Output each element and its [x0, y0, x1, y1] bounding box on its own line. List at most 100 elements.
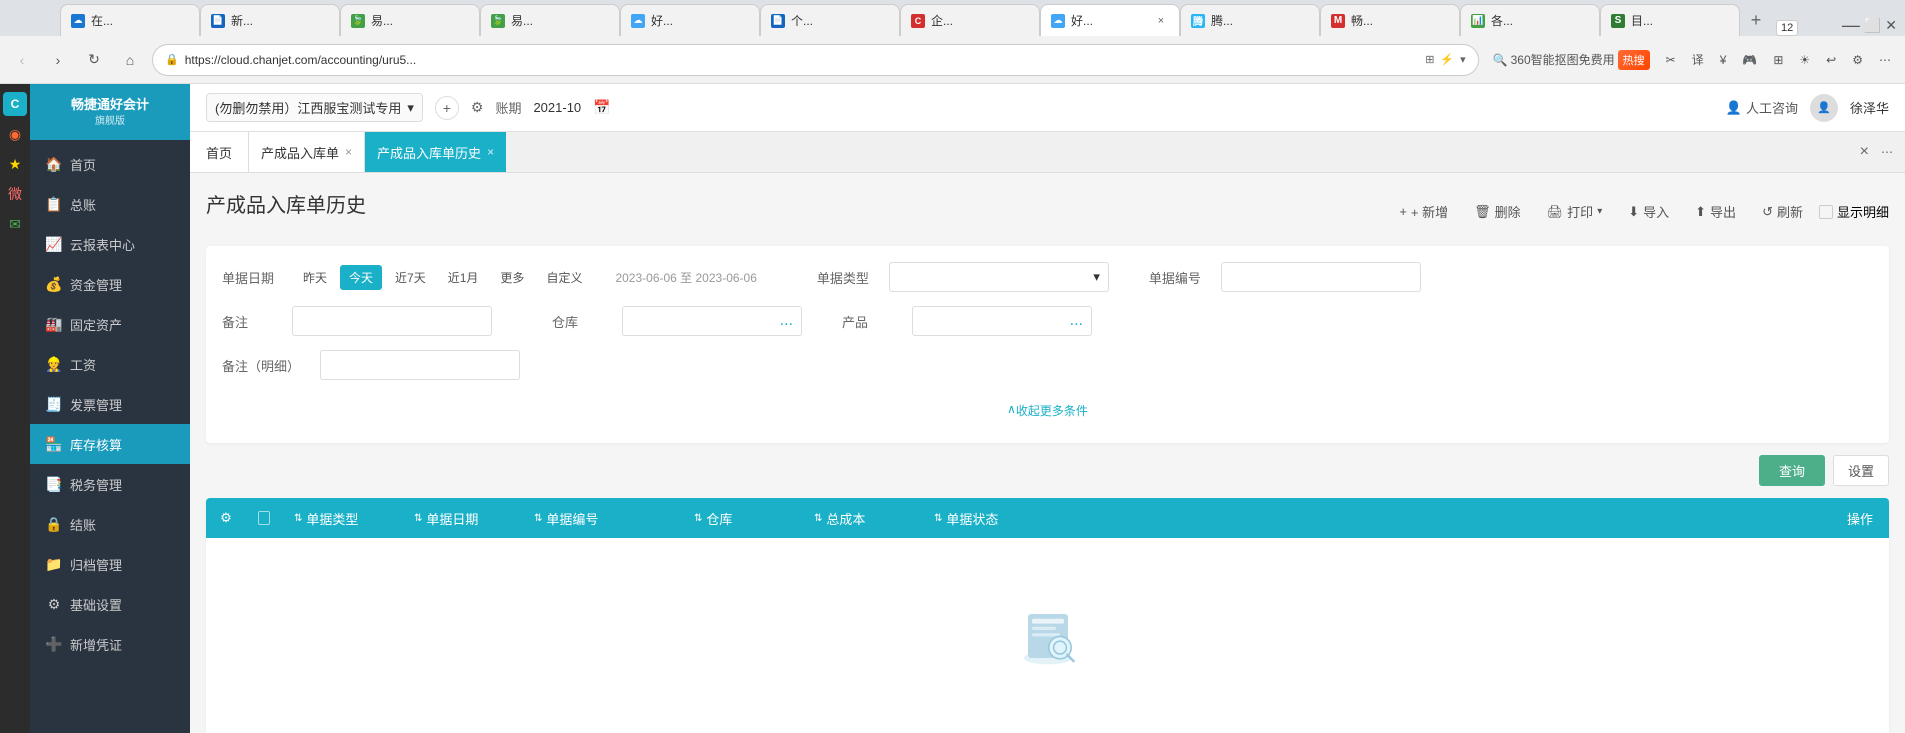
forward-button[interactable]: › — [44, 46, 72, 74]
product-select[interactable]: ... — [912, 306, 1092, 336]
browser-tab-5[interactable]: ☁ 好... — [620, 4, 760, 36]
sidebar-item-fixed[interactable]: 🏭 固定资产 — [30, 304, 190, 344]
sidebar-item-report[interactable]: 📈 云报表中心 — [30, 224, 190, 264]
icon-bar-item-3[interactable]: 微 — [3, 182, 27, 206]
sidebar-item-tax[interactable]: 📑 税务管理 — [30, 464, 190, 504]
sidebar-item-invoice[interactable]: 🧾 发票管理 — [30, 384, 190, 424]
breadcrumb-home[interactable]: 首页 — [190, 132, 249, 172]
window-close-button[interactable]: ✕ — [1885, 17, 1897, 34]
tab-count-badge[interactable]: 12 — [1776, 20, 1798, 36]
header-checkbox[interactable] — [258, 511, 270, 525]
undo-button[interactable]: ↩ — [1820, 46, 1842, 74]
search-box[interactable]: 🔍 360智能抠图免费用 热搜 — [1487, 46, 1656, 74]
translate-button[interactable]: 译 — [1686, 46, 1710, 74]
date-btn-month[interactable]: 近1月 — [439, 265, 488, 290]
date-btn-yesterday[interactable]: 昨天 — [294, 265, 336, 290]
product-dots-icon[interactable]: ... — [1070, 312, 1083, 330]
th-type[interactable]: ⇅ 单据类型 — [282, 509, 402, 528]
settings-button[interactable]: ⚙ — [1846, 46, 1869, 74]
refresh-btn[interactable]: ↺ 刷新 — [1752, 198, 1813, 225]
refresh-button[interactable]: ↻ — [80, 46, 108, 74]
sidebar-item-fund[interactable]: 💰 资金管理 — [30, 264, 190, 304]
close-icon-tab8[interactable]: × — [1153, 13, 1169, 29]
sidebar-item-ledger[interactable]: 📋 总账 — [30, 184, 190, 224]
add-button[interactable]: + + 新增 — [1389, 198, 1458, 225]
more-button[interactable]: ⋯ — [1873, 46, 1897, 74]
tab-list-close[interactable]: × — [345, 145, 352, 159]
number-input[interactable] — [1221, 262, 1421, 292]
tab-history-close[interactable]: × — [487, 145, 494, 159]
date-btn-today[interactable]: 今天 — [340, 265, 382, 290]
browser-tab-8[interactable]: ☁ 好... × — [1040, 4, 1180, 36]
date-btn-week[interactable]: 近7天 — [386, 265, 435, 290]
company-selector[interactable]: (勿删勿禁用）江西服宝测试专用 ▾ — [206, 93, 423, 122]
show-detail-toggle[interactable]: 显示明细 — [1819, 202, 1889, 221]
sidebar-item-home[interactable]: 🏠 首页 — [30, 144, 190, 184]
warehouse-select[interactable]: ... — [622, 306, 802, 336]
th-gear[interactable]: ⚙ — [206, 510, 246, 526]
browser-tab-4[interactable]: 🍃 易... — [480, 4, 620, 36]
browser-tab-6[interactable]: 📄 个... — [760, 4, 900, 36]
chevron-down-icon[interactable]: ▾ — [1460, 53, 1466, 66]
th-status[interactable]: ⇅ 单据状态 — [922, 509, 1062, 528]
sidebar-item-checkout[interactable]: 🔒 结账 — [30, 504, 190, 544]
company-settings-button[interactable]: ⚙ — [471, 99, 484, 116]
home-button[interactable]: ⌂ — [116, 46, 144, 74]
service-button[interactable]: 👤 人工咨询 — [1726, 98, 1798, 117]
address-input[interactable]: 🔒 https://cloud.chanjet.com/accounting/u… — [152, 44, 1479, 76]
browser-tab-3[interactable]: 🍃 易... — [340, 4, 480, 36]
sidebar-item-inventory[interactable]: 🏪 库存核算 — [30, 424, 190, 464]
type-select[interactable]: ▾ — [889, 262, 1109, 292]
print-button[interactable]: 🖨 打印 ▾ — [1537, 198, 1613, 225]
date-btn-more[interactable]: 更多 — [491, 265, 533, 290]
browser-tab-12[interactable]: S 目... — [1600, 4, 1740, 36]
add-company-button[interactable]: + — [435, 96, 459, 120]
show-detail-checkbox[interactable] — [1819, 205, 1833, 219]
import-button[interactable]: ⬇ 导入 — [1618, 198, 1679, 225]
browser-tab-1[interactable]: ☁ 在... — [60, 4, 200, 36]
icon-bar-item-2[interactable]: ★ — [3, 152, 27, 176]
icon-bar-item-1[interactable]: ◉ — [3, 122, 27, 146]
delete-button[interactable]: 🗑 删除 — [1464, 198, 1531, 225]
panel-close-icon[interactable]: × — [1856, 139, 1873, 165]
browser-tab-2[interactable]: 📄 新... — [200, 4, 340, 36]
game-button[interactable]: 🎮 — [1736, 46, 1763, 74]
browser-tab-10[interactable]: M 畅... — [1320, 4, 1460, 36]
new-tab-button[interactable]: + — [1740, 4, 1772, 36]
th-cost[interactable]: ⇅ 总成本 — [802, 509, 922, 528]
detail-remark-input[interactable] — [320, 350, 520, 380]
grid-view-button[interactable]: ⊞ — [1767, 46, 1789, 74]
minimize-button[interactable]: — — [1842, 15, 1860, 36]
back-button[interactable]: ‹ — [8, 46, 36, 74]
th-checkbox[interactable] — [246, 511, 282, 525]
sidebar-item-settings[interactable]: ⚙ 基础设置 — [30, 584, 190, 624]
remark-input[interactable] — [292, 306, 492, 336]
user-avatar[interactable]: 👤 — [1810, 94, 1838, 122]
sidebar-item-archive[interactable]: 📁 归档管理 — [30, 544, 190, 584]
search-button[interactable]: 查询 — [1759, 455, 1825, 486]
panel-expand-icon[interactable]: ⋯ — [1877, 141, 1897, 163]
icon-bar-logo[interactable]: C — [3, 92, 27, 116]
period-label: 账期 — [495, 98, 521, 117]
yuan-button[interactable]: ¥ — [1714, 46, 1733, 74]
export-button[interactable]: ⬆ 导出 — [1685, 198, 1746, 225]
th-date[interactable]: ⇅ 单据日期 — [402, 509, 522, 528]
tab-list-page[interactable]: 产成品入库单 × — [249, 132, 365, 172]
browser-tab-9[interactable]: 腾 腾... — [1180, 4, 1320, 36]
maximize-button[interactable]: ⬜ — [1864, 17, 1881, 34]
browser-tab-7[interactable]: C 企... — [900, 4, 1040, 36]
collapse-row[interactable]: ∧ 收起更多条件 — [222, 394, 1873, 427]
browser-tab-11[interactable]: 📊 各... — [1460, 4, 1600, 36]
date-btn-custom[interactable]: 自定义 — [537, 265, 591, 290]
tab-history-page[interactable]: 产成品入库单历史 × — [365, 132, 506, 172]
setting-button[interactable]: 设置 — [1833, 455, 1889, 486]
icon-bar-item-4[interactable]: ✉ — [3, 212, 27, 236]
sidebar-item-new-voucher[interactable]: ➕ 新增凭证 — [30, 624, 190, 664]
warehouse-dots-icon[interactable]: ... — [780, 312, 793, 330]
calendar-icon[interactable]: 📅 — [593, 99, 610, 116]
sidebar-item-payroll[interactable]: 👷 工资 — [30, 344, 190, 384]
th-number[interactable]: ⇅ 单据编号 — [522, 509, 682, 528]
brightness-button[interactable]: ☀ — [1793, 46, 1816, 74]
scissors-button[interactable]: ✂ — [1660, 46, 1682, 74]
th-warehouse[interactable]: ⇅ 仓库 — [682, 509, 802, 528]
